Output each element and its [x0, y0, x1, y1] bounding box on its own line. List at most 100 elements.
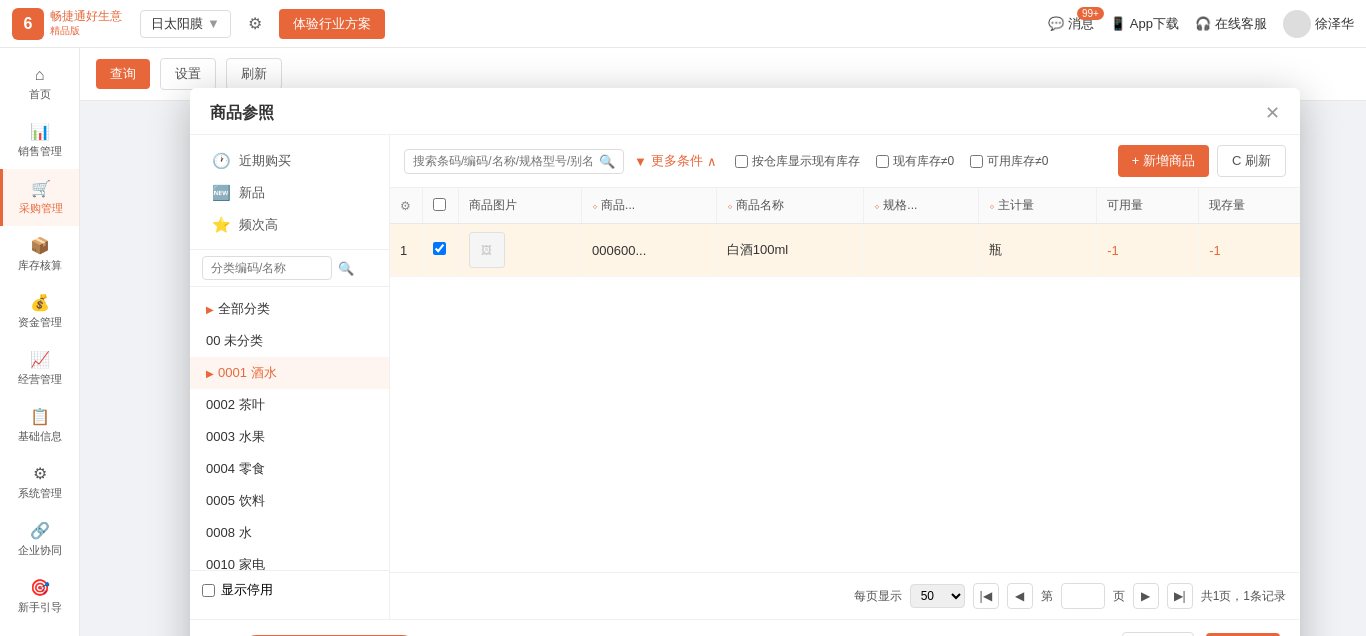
- category-item-0010[interactable]: 0010 家电: [190, 549, 389, 570]
- th-name-label: 商品名称: [736, 197, 784, 214]
- app-download-nav-item[interactable]: 📱 App下载: [1110, 15, 1179, 33]
- trial-button[interactable]: 体验行业方案: [279, 9, 385, 39]
- td-name: 白酒100ml: [716, 224, 864, 277]
- th-available-label: 可用量: [1107, 198, 1143, 212]
- th-name[interactable]: ⬦ 商品名称: [716, 188, 864, 224]
- cancel-button[interactable]: 取消: [1122, 632, 1194, 636]
- th-image: 商品图片: [458, 188, 582, 224]
- sidebar-item-label: 经营管理: [18, 372, 62, 387]
- settings-button[interactable]: ⚙: [239, 8, 271, 40]
- messages-nav-item[interactable]: 💬 消息 99+: [1048, 15, 1094, 33]
- filter-row: 🔍 ▼ 更多条件 ∧ 按仓库显示现有库存: [390, 135, 1300, 188]
- category-label-0002: 0002 茶叶: [206, 397, 265, 412]
- sidebar-item-sales[interactable]: 📊 销售管理: [0, 112, 79, 169]
- table-row[interactable]: 1 🖼 000600...: [390, 224, 1300, 277]
- image-icon: 🖼: [481, 244, 492, 256]
- background-query-button[interactable]: 查询: [96, 59, 150, 89]
- current-stock-checkbox[interactable]: [876, 155, 889, 168]
- total-info: 共1页，1条记录: [1201, 588, 1286, 605]
- th-gear[interactable]: ⚙: [390, 188, 422, 224]
- th-unit[interactable]: ⬦ 主计量: [979, 188, 1097, 224]
- category-item-0004[interactable]: 0004 零食: [190, 453, 389, 485]
- nav-selector[interactable]: 日太阳膜 ▼: [140, 10, 231, 38]
- th-spec-label: 规格...: [883, 197, 917, 214]
- sidebar-item-operations[interactable]: 📈 经营管理: [0, 340, 79, 397]
- th-image-label: 商品图片: [469, 198, 517, 212]
- sidebar-item-label: 基础信息: [18, 429, 62, 444]
- quick-btn-recent[interactable]: 🕐 近期购买: [202, 145, 377, 177]
- available-stock-checkbox-label[interactable]: 可用库存≠0: [970, 153, 1048, 170]
- row-checkbox[interactable]: [433, 242, 446, 255]
- category-item-uncategorized[interactable]: 00 未分类: [190, 325, 389, 357]
- background-refresh-button[interactable]: 刷新: [226, 58, 282, 90]
- next-page-button[interactable]: ▶: [1133, 583, 1159, 609]
- guide-icon: 🎯: [30, 578, 50, 597]
- category-item-0005[interactable]: 0005 饮料: [190, 485, 389, 517]
- category-item-0001[interactable]: ▶ 0001 酒水: [190, 357, 389, 389]
- sidebar-item-inventory[interactable]: 📦 库存核算: [0, 226, 79, 283]
- category-label-0005: 0005 饮料: [206, 493, 265, 508]
- warehouse-stock-checkbox-label[interactable]: 按仓库显示现有库存: [735, 153, 860, 170]
- sidebar: ⌂ 首页 📊 销售管理 🛒 采购管理 📦 库存核算 💰 资金管理 📈 经营管理 …: [0, 48, 80, 636]
- sidebar-item-label: 销售管理: [18, 144, 62, 159]
- td-checkbox[interactable]: [422, 224, 458, 277]
- quick-btn-new[interactable]: 🆕 新品: [202, 177, 377, 209]
- modal-close-button[interactable]: ✕: [1265, 102, 1280, 124]
- current-stock-label: 现有库存≠0: [893, 153, 954, 170]
- logo-text: 畅捷通好生意 精品版: [50, 9, 122, 37]
- right-panel: 🔍 ▼ 更多条件 ∧ 按仓库显示现有库存: [390, 135, 1300, 619]
- page-suffix: 页: [1113, 588, 1125, 605]
- per-page-select[interactable]: 50 100 200: [910, 584, 965, 608]
- logo-icon: 6: [12, 8, 44, 40]
- category-item-0002[interactable]: 0002 茶叶: [190, 389, 389, 421]
- logo-line1: 畅捷通好生意: [50, 9, 122, 23]
- current-stock-checkbox-label[interactable]: 现有库存≠0: [876, 153, 954, 170]
- show-disabled-label: 显示停用: [221, 581, 273, 599]
- phone-icon: 📱: [1110, 16, 1126, 31]
- first-page-button[interactable]: |◀: [973, 583, 999, 609]
- background-settings-button[interactable]: 设置: [160, 58, 216, 90]
- sidebar-item-guide[interactable]: 🎯 新手引导: [0, 568, 79, 625]
- sidebar-item-home[interactable]: ⌂ 首页: [0, 56, 79, 112]
- warehouse-stock-checkbox[interactable]: [735, 155, 748, 168]
- product-search-box[interactable]: 🔍: [404, 149, 624, 174]
- category-search-input[interactable]: [202, 256, 332, 280]
- select-all-checkbox[interactable]: [433, 198, 446, 211]
- prev-page-button[interactable]: ◀: [1007, 583, 1033, 609]
- th-spec[interactable]: ⬦ 规格...: [864, 188, 979, 224]
- sidebar-item-basics[interactable]: 📋 基础信息: [0, 397, 79, 454]
- purchase-icon: 🛒: [31, 179, 51, 198]
- sidebar-item-system[interactable]: ⚙ 系统管理: [0, 454, 79, 511]
- app-download-label: App下载: [1130, 15, 1179, 33]
- refresh-button[interactable]: C 刷新: [1217, 145, 1286, 177]
- sort-icon-code: ⬦: [592, 200, 598, 211]
- user-nav-item[interactable]: 徐泽华: [1283, 10, 1354, 38]
- category-item-all[interactable]: ▶ 全部分类: [190, 293, 389, 325]
- arrow-icon-0001: ▶: [206, 368, 214, 379]
- more-conditions-button[interactable]: ▼ 更多条件 ∧: [634, 152, 717, 170]
- show-disabled-checkbox[interactable]: [202, 584, 215, 597]
- modal-body: 🕐 近期购买 🆕 新品 ⭐ 频次高: [190, 135, 1300, 619]
- page-input[interactable]: 1: [1061, 583, 1105, 609]
- quick-btn-frequent[interactable]: ⭐ 频次高: [202, 209, 377, 241]
- modal-header: 商品参照 ✕: [190, 88, 1300, 135]
- sidebar-item-enterprise[interactable]: 🔗 企业协同: [0, 511, 79, 568]
- add-product-button[interactable]: + 新增商品: [1118, 145, 1209, 177]
- left-panel: 🕐 近期购买 🆕 新品 ⭐ 频次高: [190, 135, 390, 619]
- last-page-button[interactable]: ▶|: [1167, 583, 1193, 609]
- sort-icon-unit: ⬦: [989, 200, 995, 211]
- category-item-0008[interactable]: 0008 水: [190, 517, 389, 549]
- quick-btns-area: 🕐 近期购买 🆕 新品 ⭐ 频次高: [190, 145, 389, 249]
- available-stock-checkbox[interactable]: [970, 155, 983, 168]
- quick-btn-recent-label: 近期购买: [239, 152, 291, 170]
- sidebar-item-apps[interactable]: 📱 应用中心: [0, 625, 79, 636]
- category-search-icon[interactable]: 🔍: [338, 261, 354, 276]
- sidebar-item-purchase[interactable]: 🛒 采购管理: [0, 169, 79, 226]
- th-code[interactable]: ⬦ 商品...: [582, 188, 717, 224]
- gear-icon[interactable]: ⚙: [400, 199, 411, 213]
- online-service-nav-item[interactable]: 🎧 在线客服: [1195, 15, 1267, 33]
- sidebar-item-finance[interactable]: 💰 资金管理: [0, 283, 79, 340]
- product-search-input[interactable]: [413, 154, 599, 168]
- category-item-0003[interactable]: 0003 水果: [190, 421, 389, 453]
- search-icon[interactable]: 🔍: [599, 154, 615, 169]
